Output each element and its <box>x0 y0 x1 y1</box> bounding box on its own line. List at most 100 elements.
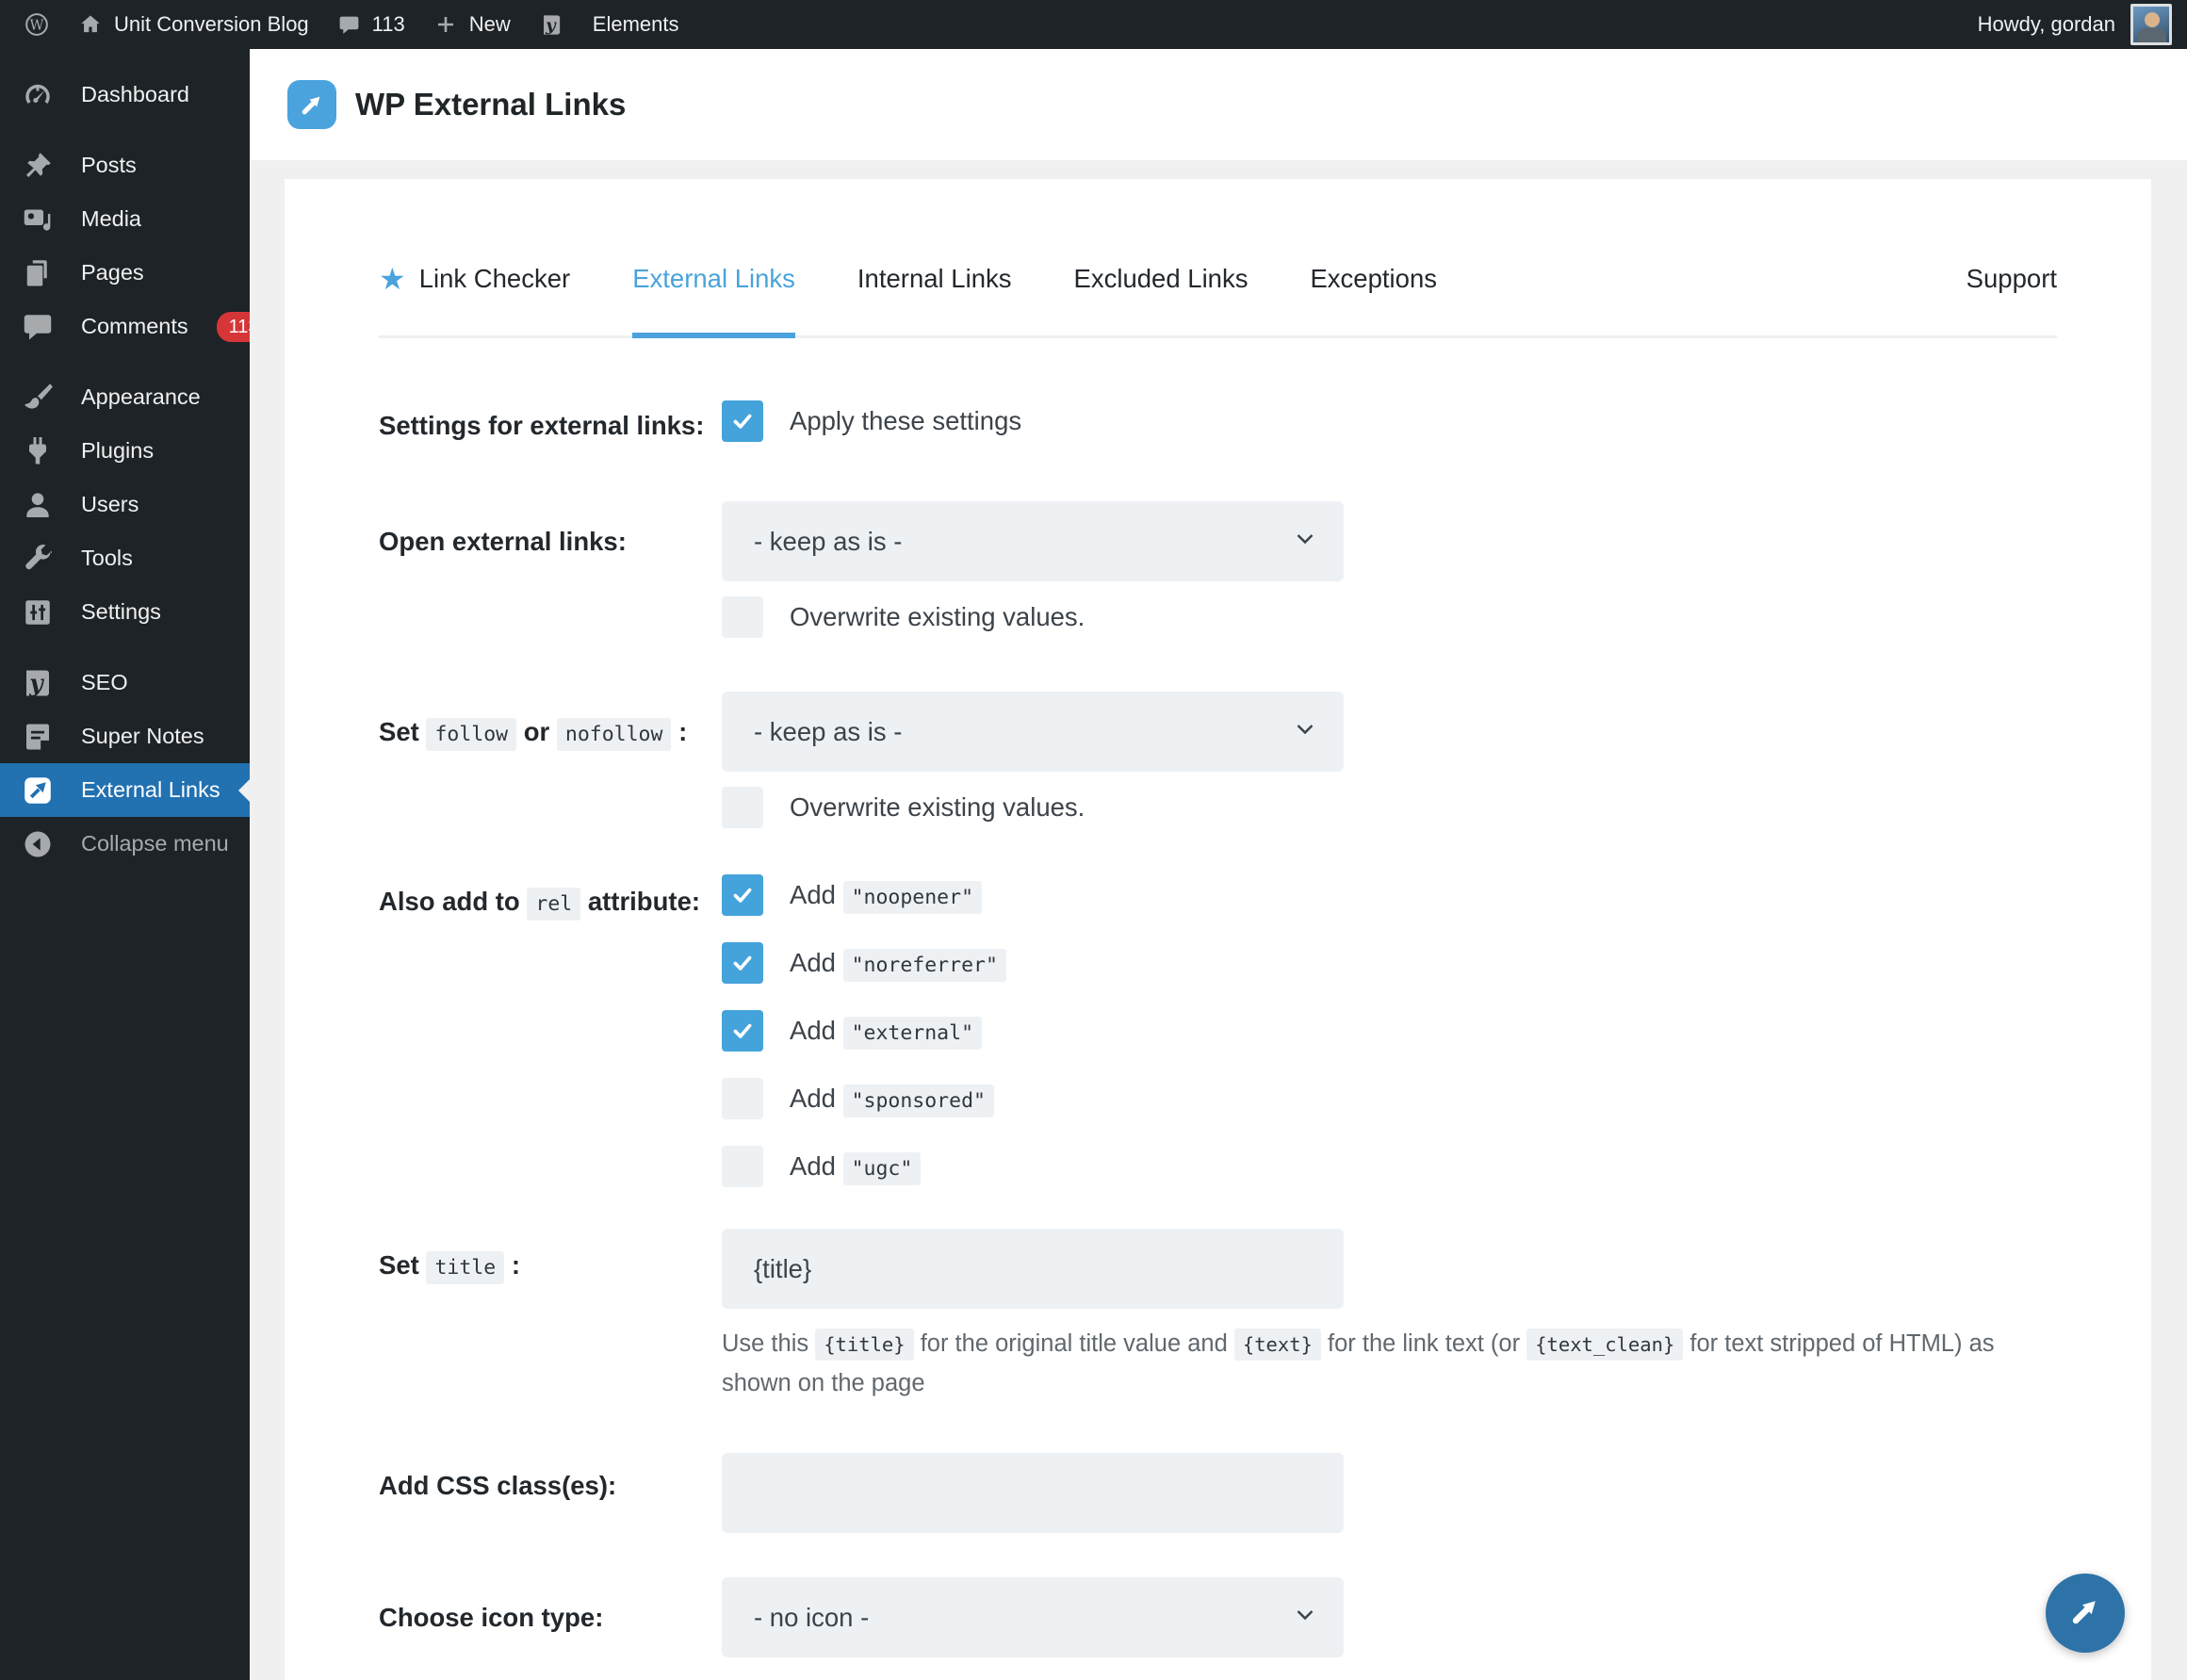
external-link-arrow-icon <box>2064 1590 2107 1638</box>
chevron-down-icon <box>1291 1600 1319 1635</box>
wrench-icon <box>21 542 55 576</box>
yoast-icon: y <box>539 12 564 38</box>
ugc-code-chip: "ugc" <box>842 1152 922 1186</box>
elements-menu[interactable]: Elements <box>579 0 694 49</box>
sidebar-item-label: Pages <box>81 260 144 285</box>
noopener-checkbox[interactable] <box>722 874 763 917</box>
chevron-down-icon <box>1291 524 1319 559</box>
css-class-input[interactable] <box>722 1453 1344 1534</box>
dashboard-gauge-icon <box>21 78 55 112</box>
label-word: Also add to <box>379 887 520 917</box>
yoast-menu[interactable]: y <box>525 0 579 49</box>
label-word: Add <box>790 1016 836 1046</box>
wordpress-menu[interactable]: W <box>9 0 64 49</box>
follow-select-value: - keep as is - <box>754 716 903 746</box>
media-icon <box>21 203 55 237</box>
sidebar-item-posts[interactable]: Posts <box>0 139 250 192</box>
sidebar-item-users[interactable]: Users <box>0 478 250 531</box>
label-word: attribute: <box>587 887 701 917</box>
sidebar-item-label: Tools <box>81 546 133 570</box>
tab-label: Excluded Links <box>1073 264 1249 293</box>
comments-count: 113 <box>371 12 405 36</box>
rel-attribute-row: Also add to rel attribute: Add "noopener… <box>379 874 2057 1188</box>
sidebar-item-plugins[interactable]: Plugins <box>0 424 250 478</box>
active-item-notch <box>229 778 250 802</box>
sidebar-item-label: Dashboard <box>81 82 189 106</box>
check-icon <box>733 1023 752 1038</box>
tab-label: Exceptions <box>1310 264 1437 293</box>
rel-option-text: Add "ugc" <box>790 1151 922 1186</box>
comments-shortcut[interactable]: 113 <box>323 0 419 49</box>
follow-label: Set follow or nofollow : <box>379 692 722 752</box>
plugin-header: WP External Links <box>250 49 2187 160</box>
sidebar-item-seo[interactable]: y SEO <box>0 656 250 710</box>
follow-select[interactable]: - keep as is - <box>722 692 1344 773</box>
svg-text:y: y <box>28 669 44 696</box>
sidebar-collapse-menu[interactable]: Collapse menu <box>0 817 250 871</box>
label-word: : <box>511 1250 520 1280</box>
pages-icon <box>21 256 55 290</box>
text-clean-placeholder-chip: {text_clean} <box>1526 1329 1684 1362</box>
tab-support[interactable]: Support <box>1967 264 2057 335</box>
howdy-text[interactable]: Howdy, gordan <box>1978 12 2115 37</box>
rel-option-external: Add "external" <box>722 1010 1006 1052</box>
site-name-menu[interactable]: Unit Conversion Blog <box>64 0 323 49</box>
open-overwrite-checkbox[interactable] <box>722 596 763 639</box>
follow-overwrite-checkbox[interactable] <box>722 787 763 829</box>
follow-overwrite-label: Overwrite existing values. <box>790 792 1085 823</box>
avatar-head <box>2145 12 2160 27</box>
rel-option-text: Add "noopener" <box>790 880 983 915</box>
apply-settings-row: Settings for external links: Apply these… <box>379 400 2057 443</box>
label-word: or <box>523 717 550 747</box>
check-icon <box>733 955 752 970</box>
sidebar-item-appearance[interactable]: Appearance <box>0 370 250 424</box>
user-icon <box>21 488 55 522</box>
tab-exceptions[interactable]: Exceptions <box>1310 264 1437 335</box>
title-input[interactable] <box>722 1229 1344 1310</box>
help-word: Use this <box>722 1330 809 1358</box>
comments-bubble-icon <box>337 13 361 37</box>
sidebar-item-label: Settings <box>81 599 161 624</box>
noreferrer-checkbox[interactable] <box>722 942 763 985</box>
sidebar-item-label: Users <box>81 492 139 516</box>
tab-internal-links[interactable]: Internal Links <box>857 264 1012 335</box>
plus-icon <box>433 12 458 37</box>
tab-external-links[interactable]: External Links <box>632 264 795 338</box>
nofollow-code-chip: nofollow <box>556 718 672 752</box>
rel-code-chip: rel <box>527 888 581 922</box>
external-links-fab[interactable] <box>2046 1574 2125 1653</box>
sidebar-item-comments[interactable]: Comments 113 <box>0 300 271 353</box>
comment-bubble-icon <box>21 310 55 344</box>
user-avatar[interactable] <box>2130 4 2172 45</box>
new-menu[interactable]: New <box>419 0 525 49</box>
label-word: Add <box>790 1151 836 1182</box>
sidebar-item-super-notes[interactable]: Super Notes <box>0 710 250 763</box>
avatar-body <box>2138 28 2166 42</box>
sponsored-checkbox[interactable] <box>722 1078 763 1120</box>
sidebar-item-settings[interactable]: Settings <box>0 585 250 639</box>
sidebar-item-pages[interactable]: Pages <box>0 246 250 300</box>
site-name: Unit Conversion Blog <box>114 12 309 36</box>
noopener-code-chip: "noopener" <box>842 881 983 915</box>
sidebar-item-media[interactable]: Media <box>0 192 250 246</box>
svg-text:y: y <box>545 15 557 35</box>
sidebar-item-tools[interactable]: Tools <box>0 531 250 585</box>
sponsored-code-chip: "sponsored" <box>842 1085 994 1118</box>
elements-label: Elements <box>592 12 679 36</box>
rel-option-ugc: Add "ugc" <box>722 1146 1006 1188</box>
tab-excluded-links[interactable]: Excluded Links <box>1074 264 1249 335</box>
ugc-checkbox[interactable] <box>722 1146 763 1188</box>
sidebar-item-label: Super Notes <box>81 724 204 748</box>
sidebar-item-dashboard[interactable]: Dashboard <box>0 68 250 122</box>
tab-link-checker[interactable]: ★ Link Checker <box>379 264 570 335</box>
apply-settings-checkbox[interactable] <box>722 400 763 442</box>
menu-separator <box>0 122 250 139</box>
sidebar-item-external-links[interactable]: External Links <box>0 763 250 817</box>
rel-attribute-label: Also add to rel attribute: <box>379 874 722 922</box>
external-checkbox[interactable] <box>722 1010 763 1052</box>
help-word: for the link text (or <box>1328 1330 1521 1358</box>
icon-type-select[interactable]: - no icon - <box>722 1577 1344 1658</box>
open-links-select[interactable]: - keep as is - <box>722 501 1344 582</box>
follow-overwrite-option: Overwrite existing values. <box>722 787 1344 829</box>
collapse-arrow-icon <box>21 827 55 861</box>
